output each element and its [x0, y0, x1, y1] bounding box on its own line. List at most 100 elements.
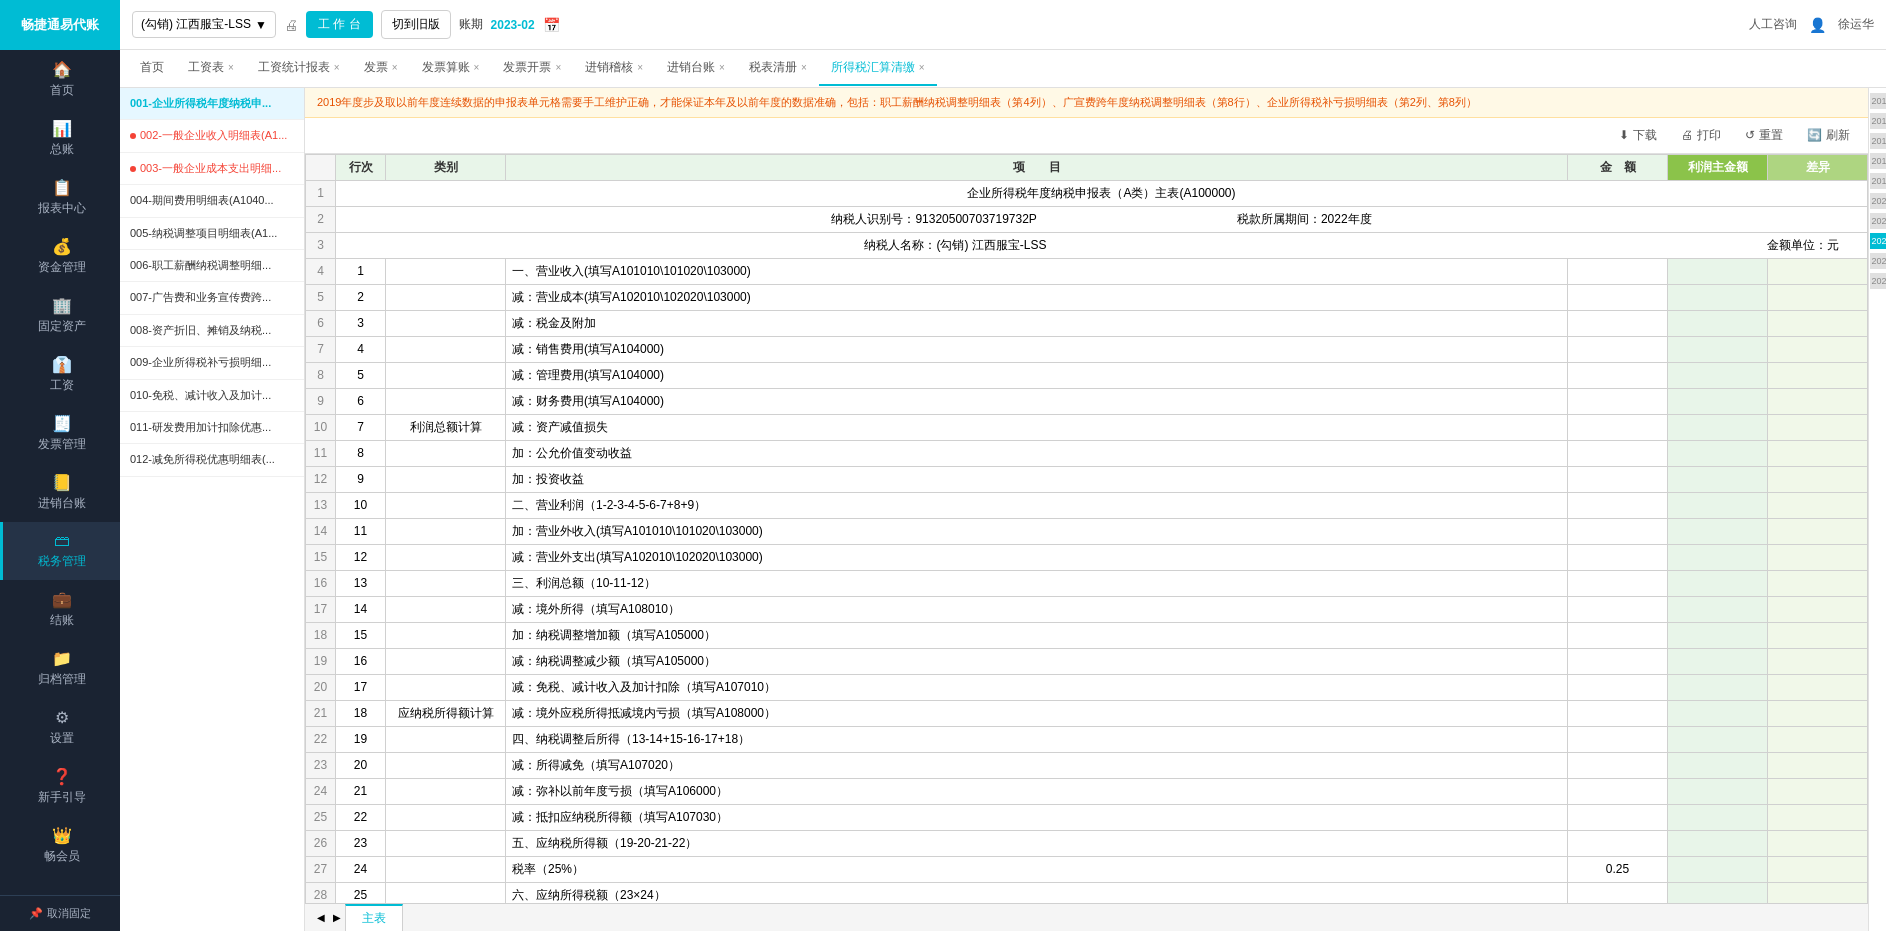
sidebar-item-报表中心[interactable]: 📋报表中心	[0, 168, 120, 227]
amount-cell[interactable]	[1568, 882, 1668, 903]
sidebar-item-畅会员[interactable]: 👑畅会员	[0, 816, 120, 875]
diff-cell[interactable]	[1768, 310, 1868, 336]
year-badge-2024[interactable]: 2024	[1870, 273, 1886, 289]
amount-cell[interactable]	[1568, 778, 1668, 804]
profit-cell[interactable]	[1668, 596, 1768, 622]
nav-tab-发票[interactable]: 发票×	[352, 51, 410, 86]
year-badge-2018[interactable]: 2018	[1870, 153, 1886, 169]
diff-cell[interactable]	[1768, 778, 1868, 804]
amount-cell[interactable]	[1568, 336, 1668, 362]
company-selector[interactable]: (勾销) 江西服宝-LSS ▼	[132, 11, 276, 38]
year-badge-2021[interactable]: 2021	[1870, 213, 1886, 229]
nav-tab-首页[interactable]: 首页	[128, 51, 176, 86]
diff-cell[interactable]	[1768, 388, 1868, 414]
tab-close-icon[interactable]: ×	[801, 62, 807, 73]
profit-cell[interactable]	[1668, 882, 1768, 903]
old-version-button[interactable]: 切到旧版	[381, 10, 451, 39]
diff-cell[interactable]	[1768, 440, 1868, 466]
nav-tab-所得税汇算清缴[interactable]: 所得税汇算清缴×	[819, 51, 937, 86]
nav-tab-工资统计报表[interactable]: 工资统计报表×	[246, 51, 352, 86]
form-list-item-002[interactable]: 002-一般企业收入明细表(A1...	[120, 120, 304, 152]
form-list-item-011[interactable]: 011-研发费用加计扣除优惠...	[120, 412, 304, 444]
tab-close-icon[interactable]: ×	[719, 62, 725, 73]
amount-cell[interactable]	[1568, 752, 1668, 778]
amount-cell[interactable]	[1568, 726, 1668, 752]
diff-cell[interactable]	[1768, 856, 1868, 882]
sidebar-item-固定资产[interactable]: 🏢固定资产	[0, 286, 120, 345]
diff-cell[interactable]	[1768, 466, 1868, 492]
diff-cell[interactable]	[1768, 258, 1868, 284]
nav-tab-工资表[interactable]: 工资表×	[176, 51, 246, 86]
form-list-item-004[interactable]: 004-期间费用明细表(A1040...	[120, 185, 304, 217]
profit-cell[interactable]	[1668, 726, 1768, 752]
sidebar-pin-toggle[interactable]: 📌 取消固定	[0, 895, 120, 931]
diff-cell[interactable]	[1768, 674, 1868, 700]
diff-cell[interactable]	[1768, 414, 1868, 440]
amount-cell[interactable]	[1568, 440, 1668, 466]
amount-cell[interactable]	[1568, 466, 1668, 492]
profit-cell[interactable]	[1668, 362, 1768, 388]
diff-cell[interactable]	[1768, 492, 1868, 518]
amount-cell[interactable]	[1568, 622, 1668, 648]
nav-tab-税表清册[interactable]: 税表清册×	[737, 51, 819, 86]
amount-cell[interactable]	[1568, 830, 1668, 856]
year-badge-2023[interactable]: 2023	[1870, 253, 1886, 269]
form-list-item-009[interactable]: 009-企业所得税补亏损明细...	[120, 347, 304, 379]
diff-cell[interactable]	[1768, 830, 1868, 856]
profit-cell[interactable]	[1668, 804, 1768, 830]
year-badge-2019[interactable]: 2019	[1870, 93, 1886, 109]
diff-cell[interactable]	[1768, 700, 1868, 726]
profit-cell[interactable]	[1668, 284, 1768, 310]
amount-cell[interactable]	[1568, 570, 1668, 596]
nav-right-arrow[interactable]: ▶	[329, 910, 345, 925]
sidebar-item-发票管理[interactable]: 🧾发票管理	[0, 404, 120, 463]
year-badge-2016[interactable]: 2016	[1870, 113, 1886, 129]
sidebar-item-税务管理[interactable]: 🗃税务管理	[0, 522, 120, 580]
tab-close-icon[interactable]: ×	[334, 62, 340, 73]
print-button[interactable]: 🖨 打印	[1675, 124, 1727, 147]
tab-close-icon[interactable]: ×	[919, 62, 925, 73]
profit-cell[interactable]	[1668, 830, 1768, 856]
profit-cell[interactable]	[1668, 856, 1768, 882]
sidebar-item-工资[interactable]: 👔工资	[0, 345, 120, 404]
calendar-icon[interactable]: 📅	[543, 17, 560, 33]
tab-close-icon[interactable]: ×	[228, 62, 234, 73]
reset-button[interactable]: ↺ 重置	[1739, 124, 1789, 147]
ai-consult[interactable]: 人工咨询	[1749, 16, 1797, 33]
form-list-item-005[interactable]: 005-纳税调整项目明细表(A1...	[120, 218, 304, 250]
diff-cell[interactable]	[1768, 284, 1868, 310]
profit-cell[interactable]	[1668, 570, 1768, 596]
form-list-item-006[interactable]: 006-职工薪酬纳税调整明细...	[120, 250, 304, 282]
profit-cell[interactable]	[1668, 752, 1768, 778]
amount-cell[interactable]	[1568, 674, 1668, 700]
sidebar-item-设置[interactable]: ⚙设置	[0, 698, 120, 757]
amount-cell[interactable]	[1568, 648, 1668, 674]
nav-tab-发票算账[interactable]: 发票算账×	[410, 51, 492, 86]
profit-cell[interactable]	[1668, 622, 1768, 648]
sidebar-item-进销台账[interactable]: 📒进销台账	[0, 463, 120, 522]
profit-cell[interactable]	[1668, 388, 1768, 414]
profit-cell[interactable]	[1668, 674, 1768, 700]
diff-cell[interactable]	[1768, 804, 1868, 830]
form-list-item-001[interactable]: 001-企业所得税年度纳税申...	[120, 88, 304, 120]
profit-cell[interactable]	[1668, 310, 1768, 336]
diff-cell[interactable]	[1768, 518, 1868, 544]
form-list-item-007[interactable]: 007-广告费和业务宣传费跨...	[120, 282, 304, 314]
sidebar-item-归档管理[interactable]: 📁归档管理	[0, 639, 120, 698]
diff-cell[interactable]	[1768, 544, 1868, 570]
year-badge-2017[interactable]: 2017	[1870, 133, 1886, 149]
bottom-tab-main[interactable]: 主表	[345, 904, 403, 931]
amount-cell[interactable]	[1568, 362, 1668, 388]
profit-cell[interactable]	[1668, 414, 1768, 440]
form-list-item-012[interactable]: 012-减免所得税优惠明细表(...	[120, 444, 304, 476]
form-list-item-003[interactable]: 003-一般企业成本支出明细...	[120, 153, 304, 185]
amount-cell[interactable]	[1568, 544, 1668, 570]
diff-cell[interactable]	[1768, 336, 1868, 362]
tab-close-icon[interactable]: ×	[555, 62, 561, 73]
form-list-item-008[interactable]: 008-资产折旧、摊销及纳税...	[120, 315, 304, 347]
workbench-button[interactable]: 工 作 台	[306, 11, 373, 38]
profit-cell[interactable]	[1668, 544, 1768, 570]
nav-tab-进销台账[interactable]: 进销台账×	[655, 51, 737, 86]
diff-cell[interactable]	[1768, 882, 1868, 903]
profit-cell[interactable]	[1668, 466, 1768, 492]
